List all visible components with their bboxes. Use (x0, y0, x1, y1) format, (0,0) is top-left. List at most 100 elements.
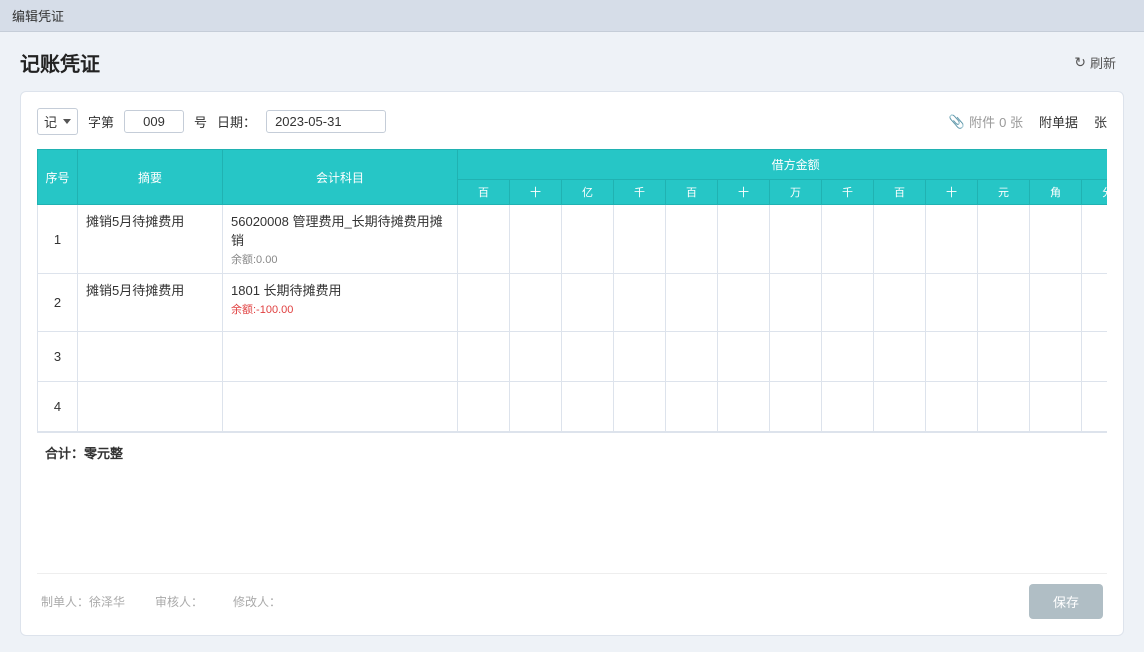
total-label: 合计： (45, 443, 84, 462)
th-account: 会计科目 (223, 150, 458, 205)
row3-d13[interactable] (1082, 332, 1108, 382)
row1-d5[interactable] (666, 205, 718, 274)
window: 编辑凭证 记账凭证 ↻ 刷新 记 字第 号 日期： (0, 0, 1144, 652)
row1-d10[interactable] (926, 205, 978, 274)
row4-d12[interactable] (1030, 382, 1082, 432)
total-row: 合计： 零元整 (37, 432, 1107, 472)
voucher-number-input[interactable] (124, 110, 184, 133)
row3-d7[interactable] (770, 332, 822, 382)
row1-d6[interactable] (718, 205, 770, 274)
row3-summary[interactable] (78, 332, 223, 382)
row4-d7[interactable] (770, 382, 822, 432)
row4-seq: 4 (38, 382, 78, 432)
row3-d1[interactable] (458, 332, 510, 382)
row4-d11[interactable] (978, 382, 1030, 432)
row2-summary-text: 摊销5月待摊费用 (86, 280, 214, 299)
row3-d10[interactable] (926, 332, 978, 382)
row3-seq: 3 (38, 332, 78, 382)
date-input[interactable] (266, 110, 386, 133)
zi-label: 字第 (88, 112, 114, 131)
th-d-12: 角 (1030, 180, 1082, 205)
attachment-link[interactable]: 📎 附件 0 张 (949, 112, 1023, 131)
row2-d13[interactable] (1082, 274, 1108, 332)
row2-d12[interactable] (1030, 274, 1082, 332)
row3-d4[interactable] (614, 332, 666, 382)
row2-d10[interactable] (926, 274, 978, 332)
table-row: 2 摊销5月待摊费用 1801 长期待摊费用 余额:-100.00 (38, 274, 1108, 332)
row2-d7[interactable] (770, 274, 822, 332)
row1-d12[interactable] (1030, 205, 1082, 274)
row4-d5[interactable] (666, 382, 718, 432)
th-d-2: 十 (510, 180, 562, 205)
row2-d4[interactable] (614, 274, 666, 332)
row4-d1[interactable] (458, 382, 510, 432)
row3-account[interactable] (223, 332, 458, 382)
row1-d8[interactable] (822, 205, 874, 274)
row4-summary[interactable] (78, 382, 223, 432)
row4-d8[interactable] (822, 382, 874, 432)
row1-d2[interactable] (510, 205, 562, 274)
row1-account[interactable]: 56020008 管理费用_长期待摊费用摊销 余额:0.00 (223, 205, 458, 274)
total-value: 零元整 (84, 443, 123, 462)
row1-d11[interactable] (978, 205, 1030, 274)
row1-d7[interactable] (770, 205, 822, 274)
date-label: 日期： (217, 112, 256, 131)
row2-summary[interactable]: 摊销5月待摊费用 (78, 274, 223, 332)
row2-d1[interactable] (458, 274, 510, 332)
footer-bar: 制单人：徐泽华 审核人： 修改人： 保存 (37, 573, 1107, 619)
row4-d9[interactable] (874, 382, 926, 432)
row1-d13[interactable] (1082, 205, 1108, 274)
row3-d9[interactable] (874, 332, 926, 382)
th-d-8: 千 (822, 180, 874, 205)
row3-d5[interactable] (666, 332, 718, 382)
main-content: 记账凭证 ↻ 刷新 记 字第 号 日期： 📎 (0, 32, 1144, 652)
attachment-label: 附件 (969, 112, 995, 131)
row2-d9[interactable] (874, 274, 926, 332)
refresh-icon: ↻ (1074, 54, 1086, 71)
row1-account-text: 56020008 管理费用_长期待摊费用摊销 (231, 211, 449, 249)
row1-d3[interactable] (562, 205, 614, 274)
row1-d1[interactable] (458, 205, 510, 274)
th-d-3: 亿 (562, 180, 614, 205)
row1-summary[interactable]: 摊销5月待摊费用 (78, 205, 223, 274)
row3-d12[interactable] (1030, 332, 1082, 382)
voucher-data-table: 序号 摘要 会计科目 借方金额 贷方金额 百 十 亿 千 百 十 (37, 149, 1107, 432)
row1-d4[interactable] (614, 205, 666, 274)
row2-d5[interactable] (666, 274, 718, 332)
voucher-card: 记 字第 号 日期： 📎 附件 0 张 附单据 张 (20, 91, 1124, 636)
row3-d3[interactable] (562, 332, 614, 382)
refresh-button[interactable]: ↻ 刷新 (1066, 49, 1124, 76)
row3-d6[interactable] (718, 332, 770, 382)
row4-d13[interactable] (1082, 382, 1108, 432)
row3-d8[interactable] (822, 332, 874, 382)
save-button[interactable]: 保存 (1029, 584, 1103, 619)
row2-d2[interactable] (510, 274, 562, 332)
row4-d3[interactable] (562, 382, 614, 432)
row2-d8[interactable] (822, 274, 874, 332)
th-d-9: 百 (874, 180, 926, 205)
voucher-table: 序号 摘要 会计科目 借方金额 贷方金额 百 十 亿 千 百 十 (37, 149, 1107, 565)
row4-d4[interactable] (614, 382, 666, 432)
row2-seq: 2 (38, 274, 78, 332)
voucher-meta: 记 字第 号 日期： 📎 附件 0 张 附单据 张 (37, 108, 1107, 135)
row2-d11[interactable] (978, 274, 1030, 332)
type-select[interactable]: 记 (37, 108, 78, 135)
row4-d2[interactable] (510, 382, 562, 432)
row2-account[interactable]: 1801 长期待摊费用 余额:-100.00 (223, 274, 458, 332)
row2-d6[interactable] (718, 274, 770, 332)
row4-d10[interactable] (926, 382, 978, 432)
row3-d2[interactable] (510, 332, 562, 382)
chevron-down-icon (63, 119, 71, 124)
table-row: 1 摊销5月待摊费用 56020008 管理费用_长期待摊费用摊销 余额:0.0… (38, 205, 1108, 274)
row2-d3[interactable] (562, 274, 614, 332)
row4-account[interactable] (223, 382, 458, 432)
row1-d9[interactable] (874, 205, 926, 274)
th-seq: 序号 (38, 150, 78, 205)
row4-d6[interactable] (718, 382, 770, 432)
row2-balance: 余额:-100.00 (231, 301, 449, 317)
th-d-10: 十 (926, 180, 978, 205)
table-row: 3 (38, 332, 1108, 382)
fujian-button[interactable]: 附单据 (1039, 112, 1078, 131)
row3-d11[interactable] (978, 332, 1030, 382)
table-row: 4 (38, 382, 1108, 432)
